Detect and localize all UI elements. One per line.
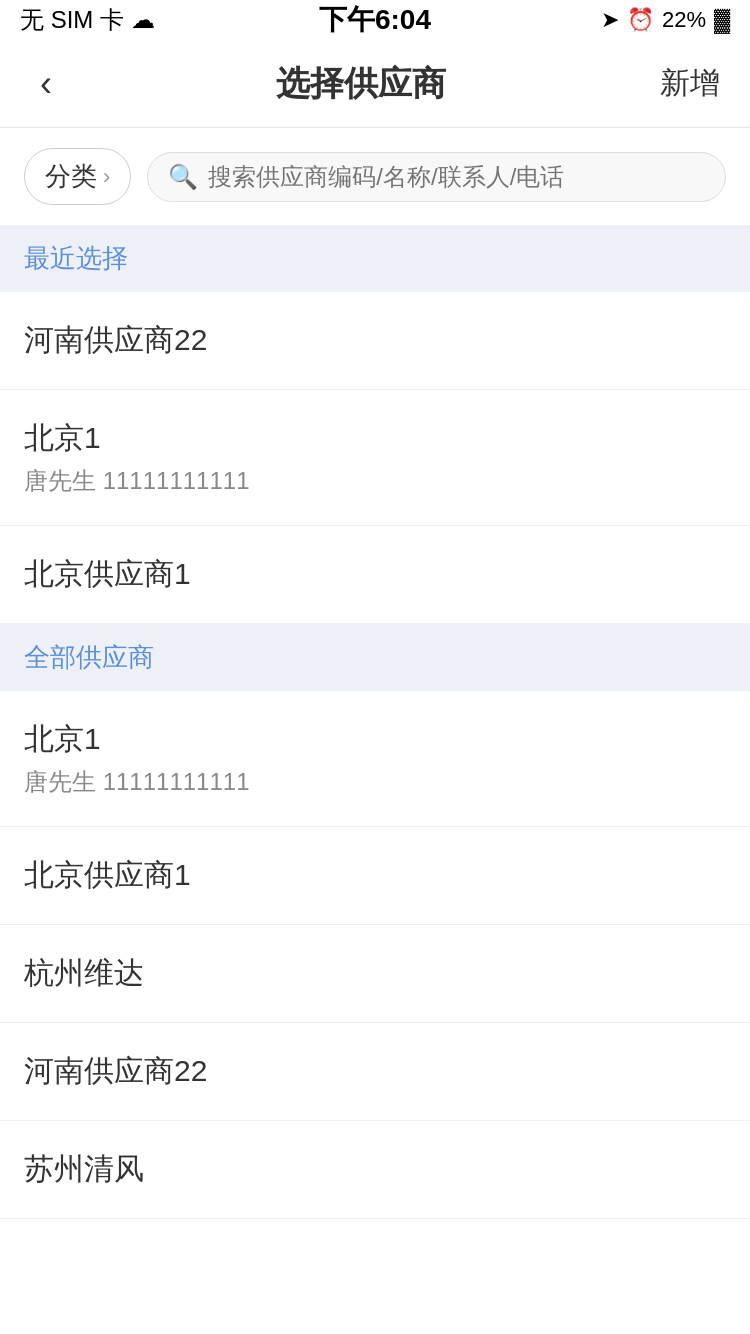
list-item[interactable]: 苏州清风 xyxy=(0,1121,750,1219)
sim-label: 无 SIM 卡 ☁ xyxy=(20,4,155,36)
list-item[interactable]: 北京供应商1 xyxy=(0,827,750,925)
list-item[interactable]: 杭州维达 xyxy=(0,925,750,1023)
all-items-list: 北京1 唐先生 11111111111 北京供应商1 杭州维达河南供应商22 苏州清风 xyxy=(0,691,750,1219)
category-label: 分类 xyxy=(45,159,97,194)
list-item-sub: 唐先生 11111111111 xyxy=(24,465,726,497)
list-item-name: 河南供应商22 xyxy=(24,1051,726,1092)
page-title: 选择供应商 xyxy=(276,61,446,107)
status-time: 下午6:04 xyxy=(319,1,431,39)
back-button[interactable]: ‹ xyxy=(30,53,62,115)
search-input[interactable] xyxy=(208,163,705,191)
new-action-button[interactable]: 新增 xyxy=(660,63,720,104)
list-item-name: 北京1 xyxy=(24,719,726,760)
list-item-name: 杭州维达 xyxy=(24,953,726,994)
battery-icon: ▓ xyxy=(714,7,730,33)
search-icon: 🔍 xyxy=(168,163,198,191)
filter-bar: 分类 › 🔍 xyxy=(0,128,750,225)
list-item-name: 河南供应商22 xyxy=(24,320,726,361)
battery-label: 22% xyxy=(662,7,706,33)
search-box[interactable]: 🔍 xyxy=(147,152,726,202)
nav-bar: ‹ 选择供应商 新增 xyxy=(0,40,750,128)
list-item-name: 北京1 xyxy=(24,418,726,459)
chevron-right-icon: › xyxy=(103,164,110,190)
all-section-label: 全部供应商 xyxy=(24,642,154,672)
list-item[interactable]: 河南供应商22 xyxy=(0,1023,750,1121)
list-item[interactable]: 北京1 唐先生 11111111111 xyxy=(0,390,750,526)
recent-items-list: 河南供应商22 北京1 唐先生 11111111111 北京供应商1 xyxy=(0,292,750,624)
recent-section-label: 最近选择 xyxy=(24,243,128,273)
list-item-sub: 唐先生 11111111111 xyxy=(24,766,726,798)
list-item[interactable]: 河南供应商22 xyxy=(0,292,750,390)
category-button[interactable]: 分类 › xyxy=(24,148,131,205)
status-bar: 无 SIM 卡 ☁ 下午6:04 ➤ ⏰ 22% ▓ xyxy=(0,0,750,40)
all-section-header: 全部供应商 xyxy=(0,624,750,691)
status-left: 无 SIM 卡 ☁ xyxy=(20,4,155,36)
list-item-name: 北京供应商1 xyxy=(24,855,726,896)
alarm-icon: ⏰ xyxy=(627,7,654,33)
list-item[interactable]: 北京供应商1 xyxy=(0,526,750,624)
location-icon: ➤ xyxy=(601,7,619,33)
list-item-name: 苏州清风 xyxy=(24,1149,726,1190)
list-item[interactable]: 北京1 唐先生 11111111111 xyxy=(0,691,750,827)
list-item-name: 北京供应商1 xyxy=(24,554,726,595)
recent-section-header: 最近选择 xyxy=(0,225,750,292)
status-right: ➤ ⏰ 22% ▓ xyxy=(601,7,730,33)
